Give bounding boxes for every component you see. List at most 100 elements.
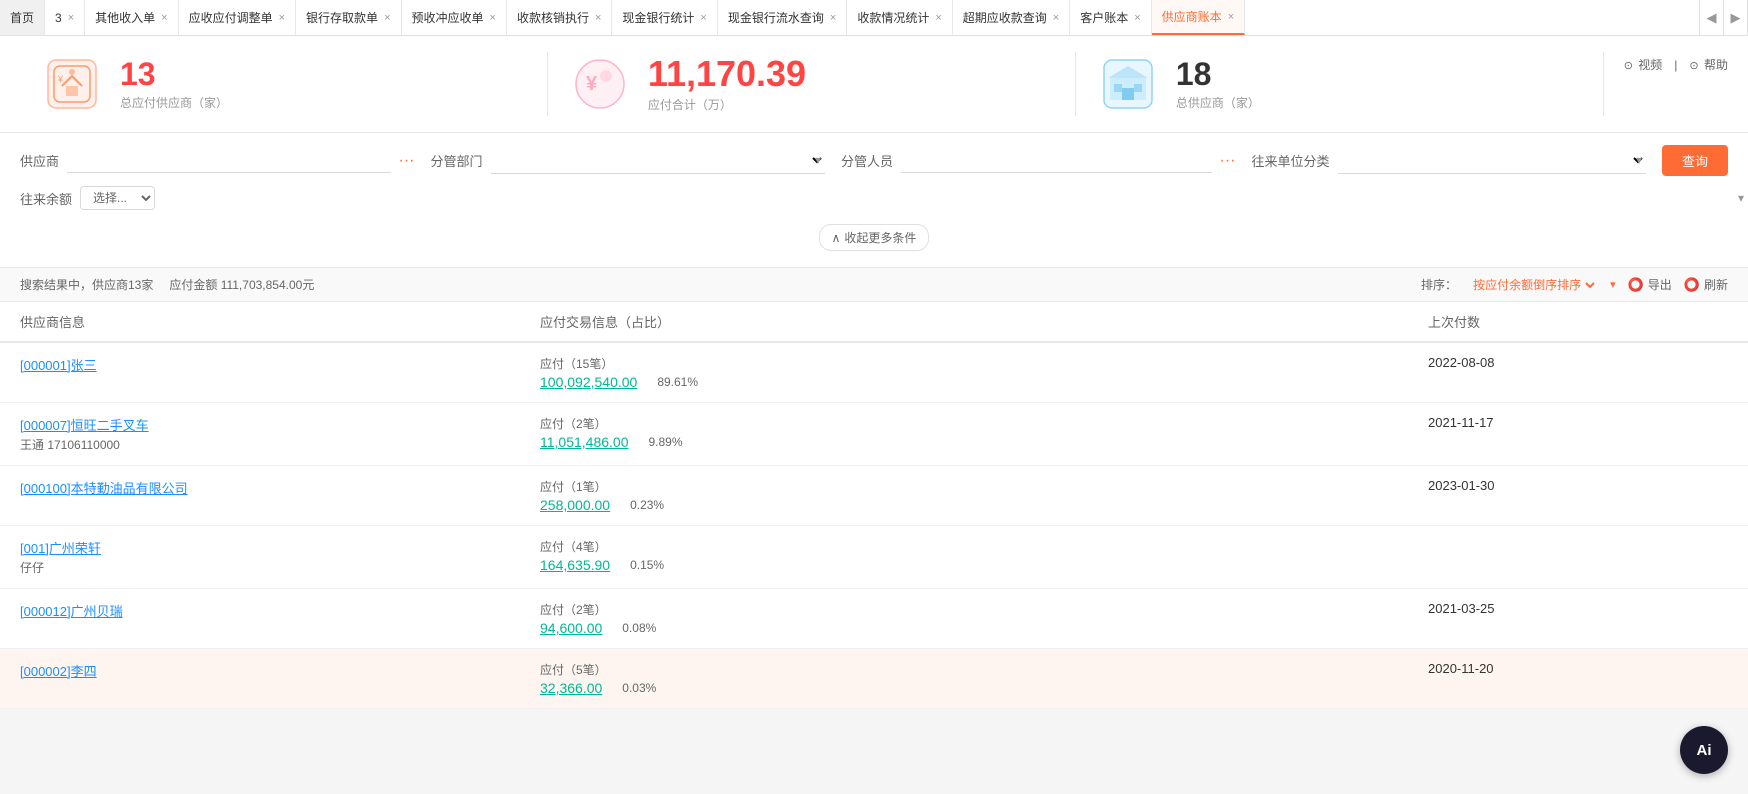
nav-arrows: ◀ ▶	[1699, 0, 1748, 36]
row2-tx-label: 应付（2笔）	[540, 415, 607, 432]
row2-supplier-name[interactable]: [000007]恒旺二手叉车	[20, 415, 540, 434]
data-table: 供应商信息 应付交易信息（占比） 上次付数 [000001]张三 应付（15笔）…	[0, 302, 1748, 709]
card3-number: 18	[1176, 58, 1260, 90]
nav-tab-customer-book-label: 客户账本	[1080, 9, 1128, 26]
close-icon[interactable]: ×	[384, 12, 390, 24]
row2-tx-amount[interactable]: 11,051,486.00	[540, 434, 629, 450]
ai-button[interactable]: Ai	[1680, 726, 1728, 774]
row4-amount-row: 164,635.90 0.15%	[540, 557, 1428, 573]
result-suppliers-count: 搜索结果中，供应商13家	[20, 276, 153, 293]
row5-tx-percent: 0.08%	[622, 621, 656, 635]
top-navigation: 首页 3 × 其他收入单 × 应收应付调整单 × 银行存取款单 × 预收冲应收单…	[0, 0, 1748, 36]
close-icon[interactable]: ×	[68, 12, 74, 24]
row6-last-pay-col: 2020-11-20	[1428, 661, 1728, 676]
nav-tab-overdue-ar-label: 超期应收款查询	[963, 9, 1047, 26]
close-icon[interactable]: ×	[161, 12, 167, 24]
nav-tab-receipt-verify[interactable]: 收款核销执行 ×	[507, 0, 612, 35]
close-icon[interactable]: ×	[490, 12, 496, 24]
row3-transaction-col: 应付（1笔） 258,000.00 0.23%	[540, 478, 1428, 513]
row1-tx-label: 应付（15笔）	[540, 355, 613, 372]
filter-section: 供应商 ··· 分管部门 ▾ 分管人员 ··· 往来单位分类	[0, 133, 1748, 268]
col-header-transaction: 应付交易信息（占比）	[540, 312, 1428, 331]
close-icon[interactable]: ×	[1228, 11, 1234, 23]
nav-tab-ar-ap-adjust[interactable]: 应收应付调整单 ×	[179, 0, 296, 35]
chevron-down-icon: ▾	[1610, 278, 1616, 291]
row6-tx-amount[interactable]: 32,366.00	[540, 680, 602, 696]
result-amount-text: 应付金额 111,703,854.00元	[169, 276, 314, 293]
filter-row-1: 供应商 ··· 分管部门 ▾ 分管人员 ··· 往来单位分类	[20, 145, 1728, 176]
person-dots-icon[interactable]: ···	[1220, 152, 1236, 170]
nav-tab-cash-bank-stat[interactable]: 现金银行统计 ×	[612, 0, 717, 35]
collapse-button[interactable]: ∧ 收起更多条件	[819, 224, 930, 251]
dept-filter-item: 分管部门 ▾	[431, 148, 826, 174]
nav-tab-customer-book[interactable]: 客户账本 ×	[1070, 0, 1151, 35]
video-link[interactable]: ⊙ 视频	[1624, 56, 1663, 73]
close-icon[interactable]: ×	[1053, 12, 1059, 24]
nav-tab-overdue-ar[interactable]: 超期应收款查询 ×	[953, 0, 1070, 35]
close-icon[interactable]: ×	[700, 12, 706, 24]
row6-tx-percent: 0.03%	[622, 681, 656, 695]
row5-supplier-name[interactable]: [000012]广州贝瑞	[20, 601, 540, 620]
dept-select[interactable]	[491, 148, 825, 173]
supplier-input[interactable]	[67, 149, 391, 173]
col-header-supplier: 供应商信息	[20, 312, 540, 331]
balance-select[interactable]: 选择... 正余额 负余额 零余额	[80, 186, 155, 210]
nav-tab-supplier-book[interactable]: 供应商账本 ×	[1152, 0, 1245, 35]
collapse-label: 收起更多条件	[844, 229, 916, 246]
row1-tx-amount[interactable]: 100,092,540.00	[540, 374, 637, 390]
person-filter-label: 分管人员	[841, 151, 893, 170]
table-row: [001]广州荣轩 仔仔 应付（4笔） 164,635.90 0.15%	[0, 526, 1748, 589]
supplier-dots-icon[interactable]: ···	[399, 152, 415, 170]
row5-last-pay-col: 2021-03-25	[1428, 601, 1728, 616]
chevron-down-icon: ▾	[1636, 153, 1642, 167]
sort-select[interactable]: 按应付余额倒序排序 按应付余额正序排序	[1469, 277, 1598, 293]
nav-tab-3[interactable]: 3 ×	[45, 0, 85, 35]
close-icon[interactable]: ×	[1134, 12, 1140, 24]
row6-supplier-name[interactable]: [000002]李四	[20, 661, 540, 680]
nav-arrow-right[interactable]: ▶	[1724, 0, 1748, 36]
category-select[interactable]	[1338, 148, 1646, 173]
nav-tab-receipt-stat[interactable]: 收款情况统计 ×	[847, 0, 952, 35]
dept-filter-label: 分管部门	[431, 151, 483, 170]
nav-tab-bank-deposit[interactable]: 银行存取款单 ×	[296, 0, 401, 35]
nav-tab-home[interactable]: 首页	[0, 0, 45, 35]
refresh-button[interactable]: ⭕ 刷新	[1684, 276, 1728, 293]
row4-tx-amount[interactable]: 164,635.90	[540, 557, 610, 573]
close-icon[interactable]: ×	[935, 12, 941, 24]
row2-tx-row: 应付（2笔）	[540, 415, 1428, 432]
row2-supplier-col: [000007]恒旺二手叉车 王通 17106110000	[20, 415, 540, 453]
help-link[interactable]: ⊙ 帮助	[1689, 56, 1728, 73]
amount-icon: ¥	[568, 52, 632, 116]
nav-tab-prepay-ar[interactable]: 预收冲应收单 ×	[402, 0, 507, 35]
close-icon[interactable]: ×	[279, 12, 285, 24]
supplier-icon: ¥	[40, 52, 104, 116]
export-label: 导出	[1648, 276, 1672, 293]
dept-select-wrapper: ▾	[491, 148, 825, 174]
table-row: [000012]广州贝瑞 应付（2笔） 94,600.00 0.08% 2021…	[0, 589, 1748, 649]
row3-last-pay-col: 2023-01-30	[1428, 478, 1728, 493]
collapse-icon: ∧	[832, 231, 841, 245]
nav-tab-cash-bank-query[interactable]: 现金银行流水查询 ×	[718, 0, 847, 35]
row3-tx-amount[interactable]: 258,000.00	[540, 497, 610, 513]
row5-tx-amount[interactable]: 94,600.00	[540, 620, 602, 636]
nav-arrow-left[interactable]: ◀	[1700, 0, 1724, 36]
row5-amount-row: 94,600.00 0.08%	[540, 620, 1428, 636]
svg-text:¥: ¥	[586, 73, 598, 95]
person-filter-item: 分管人员 ···	[841, 149, 1236, 173]
row4-supplier-name[interactable]: [001]广州荣轩	[20, 538, 540, 557]
close-icon[interactable]: ×	[830, 12, 836, 24]
person-input[interactable]	[901, 149, 1212, 173]
card3-label: 总供应商（家）	[1176, 94, 1260, 111]
export-button[interactable]: ⭕ 导出	[1628, 276, 1672, 293]
nav-tab-other-income[interactable]: 其他收入单 ×	[85, 0, 178, 35]
table-header: 供应商信息 应付交易信息（占比） 上次付数	[0, 302, 1748, 343]
search-button[interactable]: 查询	[1662, 145, 1728, 176]
card2-number: 11,170.39	[648, 56, 806, 92]
close-icon[interactable]: ×	[595, 12, 601, 24]
nav-tab-ar-ap-adjust-label: 应收应付调整单	[189, 9, 273, 26]
row2-transaction-col: 应付（2笔） 11,051,486.00 9.89%	[540, 415, 1428, 450]
row6-transaction-col: 应付（5笔） 32,366.00 0.03%	[540, 661, 1428, 696]
row1-supplier-name[interactable]: [000001]张三	[20, 355, 540, 374]
row3-supplier-name[interactable]: [000100]本特勤油品有限公司	[20, 478, 540, 497]
export-icon: ⭕	[1628, 277, 1644, 293]
